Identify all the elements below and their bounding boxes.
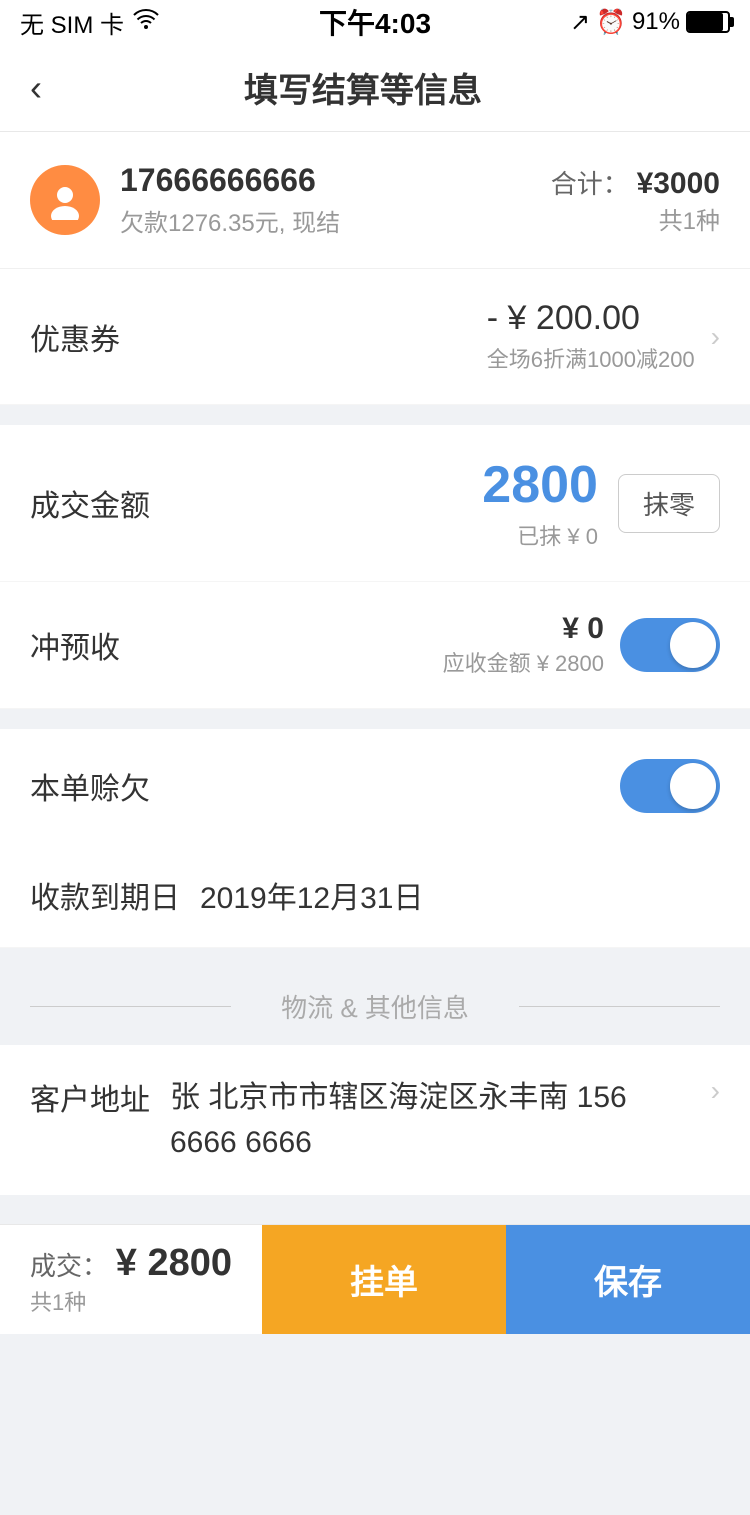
bottom-label: 成交：: [30, 1251, 108, 1281]
page-title: 填写结算等信息: [62, 63, 664, 112]
amount-sub: 已抹 ¥ 0: [482, 519, 598, 551]
section-divider-2: [0, 709, 750, 729]
address-chevron: ›: [711, 1075, 720, 1107]
round-button[interactable]: 抹零: [618, 474, 720, 533]
debt-toggle-knob: [670, 763, 716, 809]
section-divider-3: [0, 948, 750, 968]
due-date-label: 收款到期日: [30, 873, 180, 917]
prepay-row: 冲预收 ¥ 0 应收金额 ¥ 2800: [0, 582, 750, 709]
back-button[interactable]: ‹: [30, 67, 42, 109]
prepay-label: 冲预收: [30, 623, 120, 667]
bottom-amount: ¥ 2800: [116, 1242, 232, 1284]
bottom-summary: 成交： ¥ 2800 共1种: [0, 1242, 262, 1317]
coupon-desc: 全场6折满1000减200: [487, 342, 695, 374]
total-value: ¥3000: [637, 167, 720, 200]
debt-row: 本单赊欠: [0, 729, 750, 843]
amount-row: 成交金额 2800 已抹 ¥ 0 抹零: [0, 425, 750, 582]
total-label: 合计：: [551, 169, 629, 199]
prepay-sub: 应收金额 ¥ 2800: [443, 646, 604, 678]
section-divider-1: [0, 405, 750, 425]
wifi-icon: [132, 8, 160, 36]
location-icon: ↗: [570, 8, 590, 37]
avatar: [30, 165, 100, 235]
amount-label: 成交金额: [30, 481, 150, 525]
coupon-chevron: ›: [711, 321, 720, 353]
logistics-text: 物流 & 其他信息: [281, 988, 469, 1025]
bottom-bar: 成交： ¥ 2800 共1种 挂单 保存: [0, 1224, 750, 1334]
customer-debt: 欠款1276.35元, 现结: [120, 203, 340, 238]
status-right: ↗ ⏰ 91%: [570, 8, 730, 37]
carrier-text: 无 SIM 卡: [20, 5, 124, 40]
battery-icon: [686, 11, 730, 33]
prepay-value: ¥ 0: [443, 612, 604, 646]
amount-section: 成交金额 2800 已抹 ¥ 0 抹零 冲预收 ¥ 0 应收金额 ¥ 2800: [0, 425, 750, 709]
debt-label: 本单赊欠: [30, 764, 150, 808]
logistics-divider: 物流 & 其他信息: [0, 968, 750, 1045]
total-count: 共1种: [551, 201, 720, 236]
customer-card: 17666666666 欠款1276.35元, 现结 合计： ¥3000 共1种: [0, 132, 750, 269]
coupon-value: - ¥ 200.00: [487, 299, 695, 338]
alarm-icon: ⏰: [596, 8, 626, 37]
customer-phone: 17666666666: [120, 162, 340, 199]
nav-bar: ‹ 填写结算等信息: [0, 44, 750, 132]
due-date-value: 2019年12月31日: [200, 873, 423, 917]
debt-toggle[interactable]: [620, 759, 720, 813]
prepay-toggle[interactable]: [620, 618, 720, 672]
battery-percent: 91%: [632, 8, 680, 36]
status-time: 下午4:03: [319, 2, 431, 42]
toggle-knob: [670, 622, 716, 668]
coupon-row[interactable]: 优惠券 - ¥ 200.00 全场6折满1000减200 ›: [0, 269, 750, 405]
hang-single-button[interactable]: 挂单: [262, 1225, 506, 1334]
address-label: 客户地址: [30, 1075, 150, 1119]
status-left: 无 SIM 卡: [20, 5, 160, 40]
address-value: 张 北京市市辖区海淀区永丰南 156 6666 6666: [170, 1075, 691, 1165]
bottom-count: 共1种: [30, 1285, 232, 1317]
due-date-row: 收款到期日 2019年12月31日: [0, 843, 750, 948]
address-row[interactable]: 客户地址 张 北京市市辖区海淀区永丰南 156 6666 6666 ›: [0, 1045, 750, 1195]
amount-value: 2800: [482, 455, 598, 515]
status-bar: 无 SIM 卡 下午4:03 ↗ ⏰ 91%: [0, 0, 750, 44]
coupon-label: 优惠券: [30, 315, 120, 359]
save-button[interactable]: 保存: [506, 1225, 750, 1334]
